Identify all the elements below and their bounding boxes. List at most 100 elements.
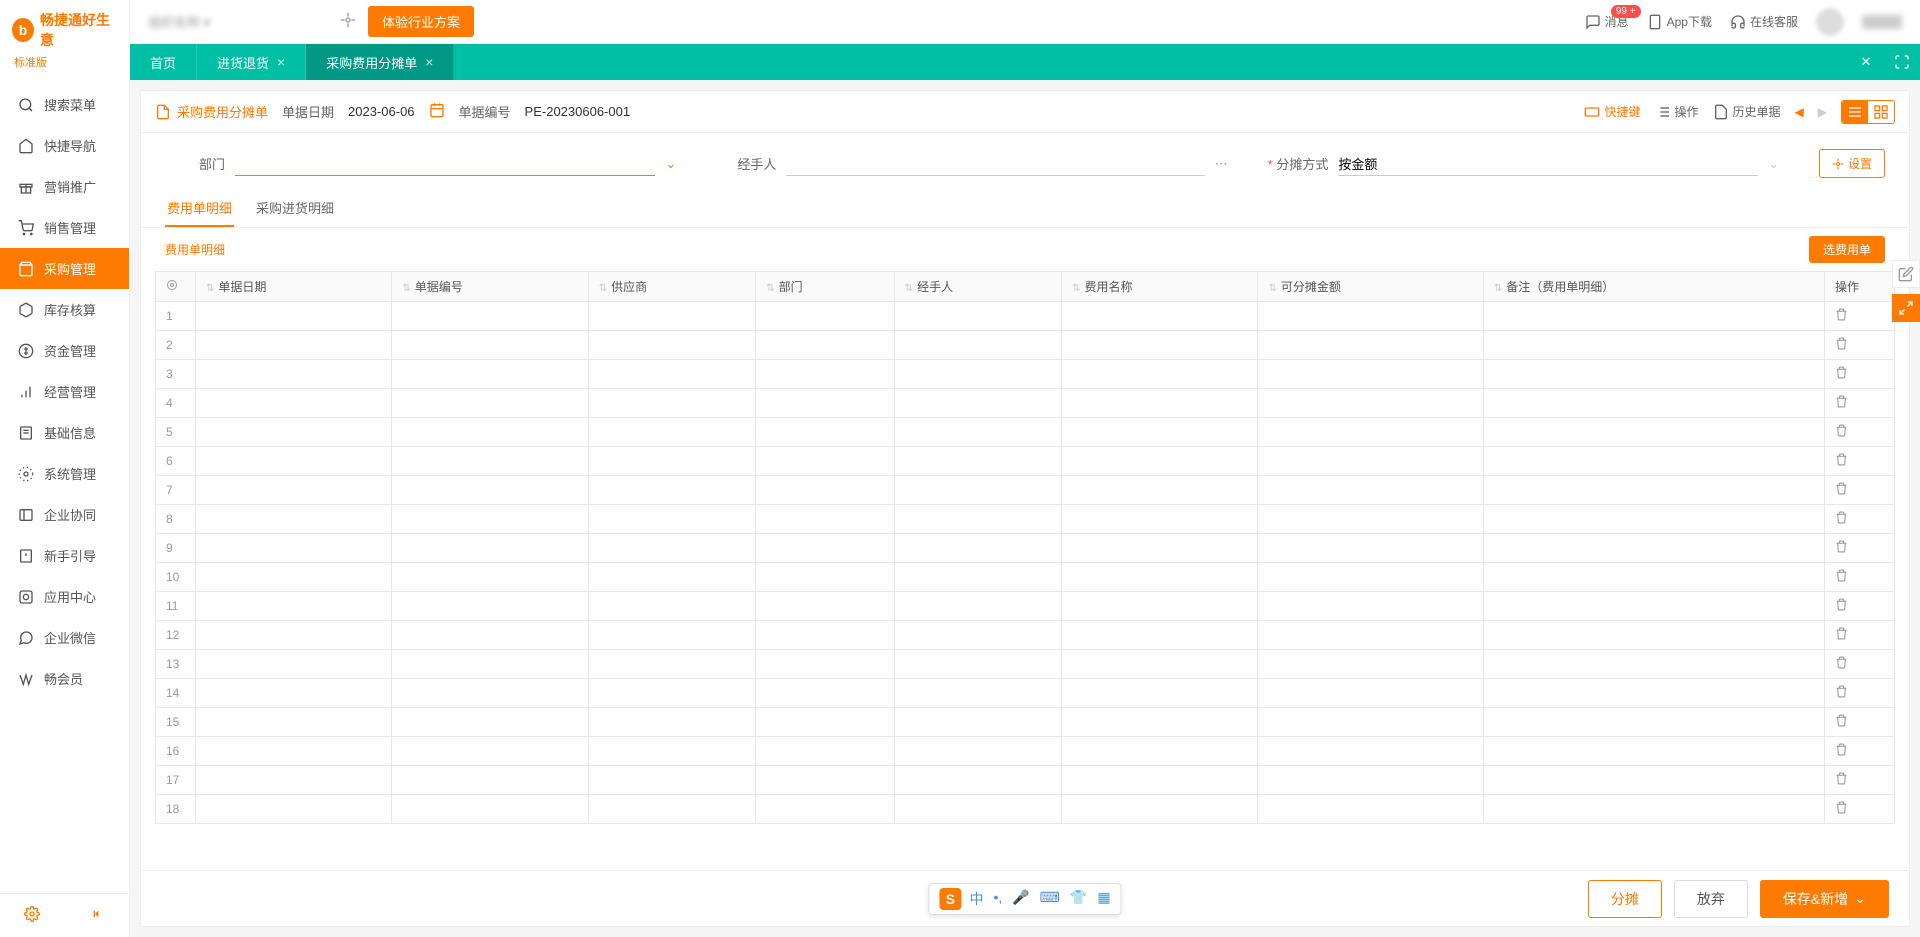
sidebar-item-3[interactable]: 销售管理: [0, 207, 129, 248]
table-row[interactable]: 17: [156, 766, 1895, 795]
table-row[interactable]: 1: [156, 302, 1895, 331]
table-row[interactable]: 7: [156, 476, 1895, 505]
table-row[interactable]: 11: [156, 592, 1895, 621]
ime-keyboard-icon[interactable]: ⌨: [1040, 889, 1060, 909]
sidebar-item-13[interactable]: 企业微信: [0, 617, 129, 658]
table-row[interactable]: 9: [156, 534, 1895, 563]
allocate-button[interactable]: 分摊: [1588, 880, 1662, 918]
subtab-1[interactable]: 采购进货明细: [254, 190, 336, 227]
trash-icon[interactable]: [1835, 542, 1848, 556]
sidebar-item-9[interactable]: 系统管理: [0, 453, 129, 494]
method-input[interactable]: [1338, 152, 1758, 176]
fullscreen-btn[interactable]: [1884, 44, 1920, 80]
table-wrap[interactable]: ⇅单据日期⇅单据编号⇅供应商⇅部门⇅经手人⇅费用名称⇅可分摊金额⇅备注（费用单明…: [141, 271, 1909, 870]
trash-icon[interactable]: [1835, 426, 1848, 440]
tab-1[interactable]: 进货退货×: [197, 44, 306, 80]
tab-close-all-btn[interactable]: ✕: [1848, 44, 1884, 80]
sidebar-item-6[interactable]: 资金管理: [0, 330, 129, 371]
trash-icon[interactable]: [1835, 484, 1848, 498]
ime-punct-icon[interactable]: •,: [993, 889, 1002, 909]
sidebar-collapse-btn[interactable]: [65, 894, 130, 937]
rail-expand-btn[interactable]: [1892, 294, 1920, 322]
calendar-icon[interactable]: [429, 102, 445, 121]
col-4[interactable]: ⇅经手人: [894, 272, 1061, 302]
more-icon[interactable]: ⋯: [1215, 156, 1228, 172]
close-icon[interactable]: ×: [425, 54, 433, 70]
shortcut-link[interactable]: 快捷键: [1584, 103, 1640, 120]
trash-icon[interactable]: [1835, 368, 1848, 382]
trash-icon[interactable]: [1835, 745, 1848, 759]
table-row[interactable]: 18: [156, 795, 1895, 824]
table-row[interactable]: 13: [156, 650, 1895, 679]
sidebar-item-8[interactable]: 基础信息: [0, 412, 129, 453]
col-5[interactable]: ⇅费用名称: [1062, 272, 1258, 302]
col-6[interactable]: ⇅可分摊金额: [1258, 272, 1483, 302]
view-card-btn[interactable]: [1868, 101, 1894, 123]
trash-icon[interactable]: [1835, 339, 1848, 353]
trash-icon[interactable]: [1835, 658, 1848, 672]
table-row[interactable]: 12: [156, 621, 1895, 650]
sidebar-settings-btn[interactable]: [0, 894, 65, 937]
ime-lang[interactable]: 中: [969, 889, 983, 909]
col-1[interactable]: ⇅单据编号: [392, 272, 588, 302]
trash-icon[interactable]: [1835, 600, 1848, 614]
trash-icon[interactable]: [1835, 455, 1848, 469]
sidebar-item-12[interactable]: 应用中心: [0, 576, 129, 617]
col-7[interactable]: ⇅备注（费用单明细）: [1483, 272, 1824, 302]
col-3[interactable]: ⇅部门: [756, 272, 894, 302]
table-row[interactable]: 8: [156, 505, 1895, 534]
operate-link[interactable]: 操作: [1655, 103, 1699, 120]
trash-icon[interactable]: [1835, 513, 1848, 527]
tab-2[interactable]: 采购费用分摊单×: [306, 44, 454, 80]
table-row[interactable]: 15: [156, 708, 1895, 737]
sidebar-item-10[interactable]: 企业协同: [0, 494, 129, 535]
avatar[interactable]: [1816, 8, 1844, 36]
trash-icon[interactable]: [1835, 803, 1848, 817]
industry-solution-btn[interactable]: 体验行业方案: [368, 6, 474, 37]
table-row[interactable]: 4: [156, 389, 1895, 418]
trash-icon[interactable]: [1835, 687, 1848, 701]
online-service-btn[interactable]: 在线客服: [1730, 13, 1798, 30]
ime-voice-icon[interactable]: 🎤: [1012, 889, 1029, 909]
trash-icon[interactable]: [1835, 571, 1848, 585]
username[interactable]: [1862, 15, 1902, 29]
ime-tool-icon[interactable]: ▦: [1097, 889, 1110, 909]
table-row[interactable]: 3: [156, 360, 1895, 389]
trash-icon[interactable]: [1835, 397, 1848, 411]
rail-edit-btn[interactable]: [1892, 260, 1920, 288]
next-doc-btn[interactable]: ▶: [1818, 105, 1827, 119]
sidebar-item-2[interactable]: 营销推广: [0, 166, 129, 207]
sidebar-item-5[interactable]: 库存核算: [0, 289, 129, 330]
dept-input[interactable]: [235, 152, 655, 176]
app-download-btn[interactable]: App下载: [1647, 13, 1712, 30]
history-link[interactable]: 历史单据: [1713, 103, 1781, 120]
discard-button[interactable]: 放弃: [1674, 880, 1748, 918]
sidebar-item-14[interactable]: 畅会员: [0, 658, 129, 699]
table-row[interactable]: 10: [156, 563, 1895, 592]
trash-icon[interactable]: [1835, 310, 1848, 324]
org-selector[interactable]: 组织名称 ▾: [148, 12, 328, 31]
tab-0[interactable]: 首页: [130, 44, 197, 80]
chevron-down-icon[interactable]: ⌄: [1768, 156, 1779, 172]
save-new-button[interactable]: 保存&新增 ⌄: [1760, 880, 1889, 918]
trash-icon[interactable]: [1835, 629, 1848, 643]
date-value[interactable]: 2023-06-06: [348, 104, 415, 119]
prev-doc-btn[interactable]: ◀: [1795, 105, 1804, 119]
sidebar-item-4[interactable]: 采购管理: [0, 248, 129, 289]
handler-input[interactable]: [786, 152, 1204, 176]
table-row[interactable]: 14: [156, 679, 1895, 708]
gear-icon[interactable]: [340, 12, 356, 31]
trash-icon[interactable]: [1835, 774, 1848, 788]
gear-column[interactable]: [156, 272, 196, 302]
settings-button[interactable]: 设置: [1819, 149, 1885, 178]
sidebar-item-0[interactable]: 搜索菜单: [0, 84, 129, 125]
select-expense-button[interactable]: 选费用单: [1809, 236, 1885, 263]
subtab-0[interactable]: 费用单明细: [165, 190, 234, 227]
sidebar-item-11[interactable]: 新手引导: [0, 535, 129, 576]
chevron-down-icon[interactable]: ⌄: [665, 156, 676, 172]
table-row[interactable]: 16: [156, 737, 1895, 766]
table-row[interactable]: 6: [156, 447, 1895, 476]
sidebar-item-1[interactable]: 快捷导航: [0, 125, 129, 166]
messages-btn[interactable]: 消息 99 +: [1585, 13, 1629, 30]
view-list-btn[interactable]: [1842, 101, 1868, 123]
